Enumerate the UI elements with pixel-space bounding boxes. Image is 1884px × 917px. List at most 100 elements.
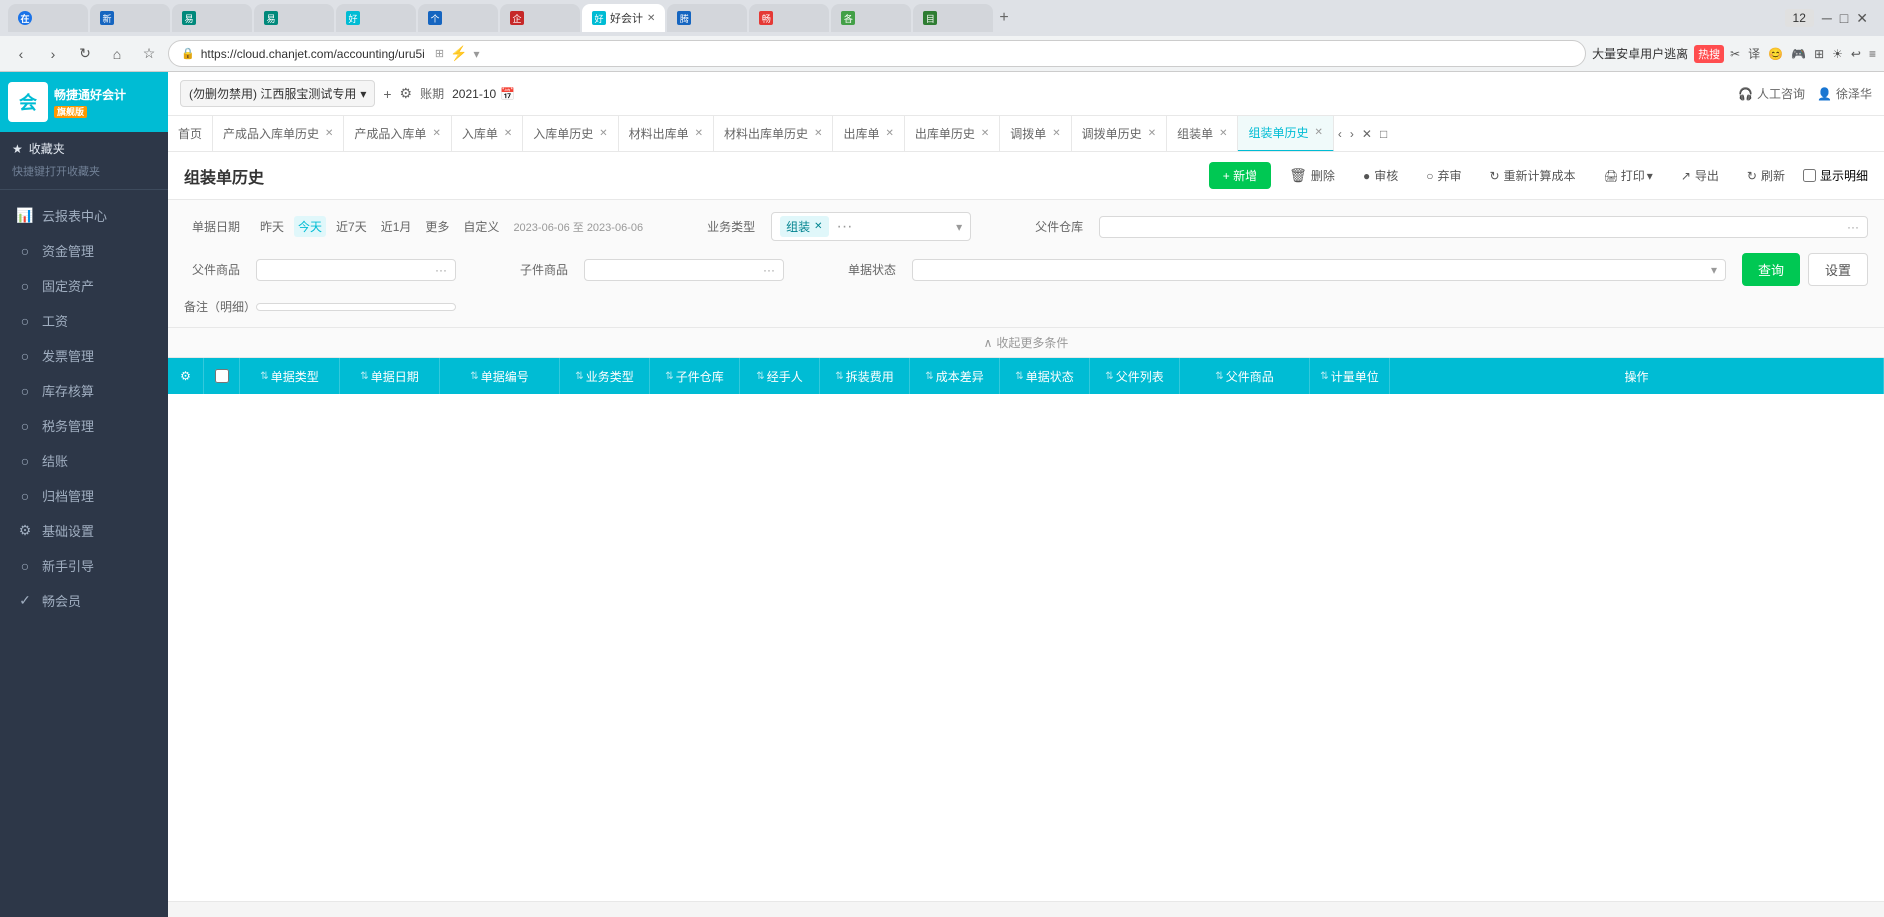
browser-tab-9[interactable]: 腾 — [667, 4, 747, 32]
th-date[interactable]: ⇅ 单据日期 — [340, 358, 440, 394]
review-button[interactable]: ● 审核 — [1353, 162, 1408, 189]
column-settings-icon[interactable]: ⚙ — [180, 369, 191, 383]
parent-goods-more[interactable]: ··· — [435, 263, 447, 277]
show-detail-checkbox[interactable] — [1803, 169, 1816, 182]
tab-dispatch-hist[interactable]: 调拨单历史 ✕ — [1072, 116, 1167, 152]
window-close[interactable]: ✕ — [1856, 10, 1868, 27]
tab-prod-in-hist[interactable]: 产成品入库单历史 ✕ — [213, 116, 344, 152]
back-button[interactable]: ‹ — [8, 41, 34, 67]
order-status-select[interactable]: ▾ — [912, 259, 1726, 281]
tab-out-order[interactable]: 出库单 ✕ — [833, 116, 904, 152]
sidebar-item-member[interactable]: ✓ 畅会员 — [0, 583, 168, 618]
address-bar[interactable]: 🔒 https://cloud.chanjet.com/accounting/u… — [168, 40, 1586, 67]
sidebar-item-settings[interactable]: ⚙ 基础设置 — [0, 513, 168, 548]
sidebar-item-fund[interactable]: ○ 资金管理 — [0, 233, 168, 268]
tab-kit[interactable]: 组装单 ✕ — [1167, 116, 1238, 152]
tab-nav-right[interactable]: › — [1346, 127, 1358, 141]
th-child-warehouse[interactable]: ⇅ 子件仓库 — [650, 358, 740, 394]
order-status-dropdown[interactable]: ▾ — [1711, 263, 1717, 277]
home-button[interactable]: ⌂ — [104, 41, 130, 67]
biz-type-selector[interactable]: 组装 ✕ ··· ▾ — [771, 212, 971, 241]
sidebar-item-invoice[interactable]: ○ 发票管理 — [0, 338, 168, 373]
tab-in-order[interactable]: 入库单 ✕ — [452, 116, 523, 152]
date-1month[interactable]: 近1月 — [377, 216, 416, 237]
collection-sub[interactable]: 快捷键打开收藏夹 — [12, 161, 156, 181]
date-custom[interactable]: 自定义 — [459, 216, 503, 237]
tab-in-hist[interactable]: 入库单历史 ✕ — [523, 116, 618, 152]
parent-warehouse-input[interactable]: ··· — [1099, 216, 1868, 238]
scrollbar-area[interactable] — [168, 901, 1884, 917]
parent-goods-input[interactable]: ··· — [256, 259, 456, 281]
sidebar-item-close[interactable]: ○ 结账 — [0, 443, 168, 478]
th-type[interactable]: ⇅ 单据类型 — [240, 358, 340, 394]
tab-in-hist-close[interactable]: ✕ — [599, 128, 607, 139]
service-link[interactable]: 🎧 人工咨询 — [1738, 85, 1805, 102]
date-more[interactable]: 更多 — [421, 216, 453, 237]
tab-mat-out-close[interactable]: ✕ — [695, 128, 703, 139]
browser-tab-4[interactable]: 易 — [254, 4, 334, 32]
parent-warehouse-more[interactable]: ··· — [1847, 220, 1859, 234]
date-7days[interactable]: 近7天 — [332, 216, 371, 237]
browser-tab-2[interactable]: 新 — [90, 4, 170, 32]
sidebar-item-inventory[interactable]: ○ 库存核算 — [0, 373, 168, 408]
th-handler[interactable]: ⇅ 经手人 — [740, 358, 820, 394]
company-settings-button[interactable]: ⚙ — [400, 85, 413, 102]
reload-button[interactable]: ↻ — [72, 41, 98, 67]
th-biz-type[interactable]: ⇅ 业务类型 — [560, 358, 650, 394]
th-unit[interactable]: ⇅ 计量单位 — [1310, 358, 1390, 394]
th-disassemble-fee[interactable]: ⇅ 拆装费用 — [820, 358, 910, 394]
biz-type-tag-close[interactable]: ✕ — [814, 221, 822, 232]
th-parent-list[interactable]: ⇅ 父件列表 — [1090, 358, 1180, 394]
sidebar-item-fixed-asset[interactable]: ○ 固定资产 — [0, 268, 168, 303]
th-parent-goods[interactable]: ⇅ 父件商品 — [1180, 358, 1310, 394]
browser-tab-7[interactable]: 企 — [500, 4, 580, 32]
tab-mat-out-hist-close[interactable]: ✕ — [814, 128, 822, 139]
tab-dispatch[interactable]: 调拨单 ✕ — [1000, 116, 1071, 152]
th-number[interactable]: ⇅ 单据编号 — [440, 358, 560, 394]
browser-tab-8[interactable]: 好 好会计 ✕ — [582, 4, 665, 32]
add-button[interactable]: + 新增 — [1209, 162, 1271, 189]
browser-tab-12[interactable]: 目 — [913, 4, 993, 32]
tab-prod-in-hist-close[interactable]: ✕ — [325, 128, 333, 139]
tab-prod-in[interactable]: 产成品入库单 ✕ — [344, 116, 451, 152]
browser-tab-8-close[interactable]: ✕ — [647, 13, 655, 24]
tab-kit-hist[interactable]: 组装单历史 ✕ — [1238, 116, 1333, 152]
recalc-button[interactable]: ↻ 重新计算成本 — [1479, 162, 1585, 189]
th-settings[interactable]: ⚙ — [168, 358, 204, 394]
bookmark-button[interactable]: ☆ — [136, 41, 162, 67]
collapse-bar[interactable]: ∧ 收起更多条件 — [168, 328, 1884, 358]
browser-tab-6[interactable]: 个 — [418, 4, 498, 32]
filter-setting-button[interactable]: 设置 — [1808, 253, 1868, 286]
tab-out-hist[interactable]: 出库单历史 ✕ — [905, 116, 1000, 152]
remark-input[interactable] — [256, 303, 456, 311]
tab-kit-hist-close[interactable]: ✕ — [1315, 127, 1323, 138]
tab-prod-in-close[interactable]: ✕ — [432, 128, 440, 139]
export-button[interactable]: ↗ 导出 — [1671, 162, 1729, 189]
child-goods-input[interactable]: ··· — [584, 259, 784, 281]
biz-type-more[interactable]: ··· — [837, 218, 853, 236]
biz-type-dropdown[interactable]: ▾ — [956, 220, 962, 234]
query-button[interactable]: 查询 — [1742, 253, 1800, 286]
date-today[interactable]: 今天 — [294, 216, 326, 237]
tab-home[interactable]: 首页 — [168, 116, 213, 152]
browser-tab-10[interactable]: 畅 — [749, 4, 829, 32]
sidebar-item-tax[interactable]: ○ 税务管理 — [0, 408, 168, 443]
sidebar-item-payroll[interactable]: ○ 工资 — [0, 303, 168, 338]
select-all-checkbox[interactable] — [215, 369, 229, 383]
child-goods-more[interactable]: ··· — [763, 263, 775, 277]
company-selector[interactable]: (勿删勿禁用) 江西服宝测试专用 ▾ — [180, 80, 375, 107]
tab-mat-out-hist[interactable]: 材料出库单历史 ✕ — [714, 116, 833, 152]
sidebar-item-cloud-report[interactable]: 📊 云报表中心 — [0, 198, 168, 233]
th-checkbox[interactable] — [204, 358, 240, 394]
tab-kit-close[interactable]: ✕ — [1219, 128, 1227, 139]
browser-tab-11[interactable]: 各 — [831, 4, 911, 32]
print-dropdown-icon[interactable]: ▾ — [1647, 169, 1653, 183]
user-avatar[interactable]: 👤 徐泽华 — [1817, 85, 1872, 102]
date-yesterday[interactable]: 昨天 — [256, 216, 288, 237]
forward-button[interactable]: › — [40, 41, 66, 67]
add-company-button[interactable]: + — [383, 86, 391, 102]
sidebar-item-guide[interactable]: ○ 新手引导 — [0, 548, 168, 583]
abandon-button[interactable]: ○ 弃审 — [1416, 162, 1471, 189]
th-order-status[interactable]: ⇅ 单据状态 — [1000, 358, 1090, 394]
refresh-button[interactable]: ↻ 刷新 — [1737, 162, 1795, 189]
